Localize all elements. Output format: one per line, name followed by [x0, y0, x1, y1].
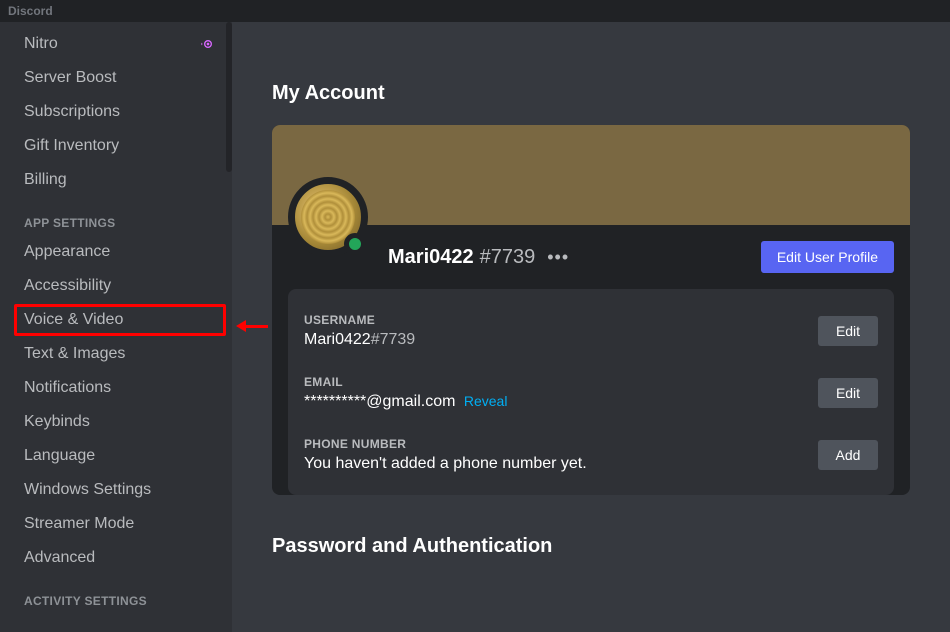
sidebar-item-voice-video[interactable]: Voice & Video	[14, 304, 226, 336]
sidebar-item-label: Notifications	[24, 379, 111, 397]
sidebar-item-label: Keybinds	[24, 413, 90, 431]
sidebar-item-streamer-mode[interactable]: Streamer Mode	[14, 508, 226, 540]
sidebar-item-label: Advanced	[24, 549, 95, 567]
sidebar-item-text-images[interactable]: Text & Images	[14, 338, 226, 370]
field-value: **********@gmail.com Reveal	[304, 393, 507, 411]
edit-email-button[interactable]: Edit	[818, 378, 878, 408]
sidebar-item-appearance[interactable]: Appearance	[14, 236, 226, 268]
edit-username-button[interactable]: Edit	[818, 316, 878, 346]
sidebar-item-label: Billing	[24, 171, 67, 189]
field-label: USERNAME	[304, 313, 415, 327]
account-fields: USERNAME Mari0422#7739 Edit EMAIL ******…	[288, 289, 894, 495]
sidebar-item-subscriptions[interactable]: Subscriptions	[14, 96, 226, 128]
field-value: Mari0422#7739	[304, 331, 415, 349]
sidebar-item-label: Nitro	[24, 35, 58, 53]
sidebar-item-label: Appearance	[24, 243, 110, 261]
edit-user-profile-button[interactable]: Edit User Profile	[761, 241, 894, 273]
sidebar-item-billing[interactable]: Billing	[14, 164, 226, 196]
status-indicator-online	[344, 233, 366, 255]
sidebar-item-label: Subscriptions	[24, 103, 120, 121]
sidebar-item-nitro[interactable]: Nitro	[14, 28, 226, 60]
sidebar-item-accessibility[interactable]: Accessibility	[14, 270, 226, 302]
reveal-email-link[interactable]: Reveal	[464, 393, 508, 409]
sidebar-item-label: Streamer Mode	[24, 515, 134, 533]
sidebar-item-label: Accessibility	[24, 277, 111, 295]
discriminator-display: #7739	[480, 246, 536, 269]
more-options-icon[interactable]: •••	[541, 247, 575, 268]
titlebar: Discord	[0, 0, 950, 22]
sidebar-item-label: Language	[24, 447, 95, 465]
field-row-username: USERNAME Mari0422#7739 Edit	[304, 305, 878, 367]
field-row-phone: PHONE NUMBER You haven't added a phone n…	[304, 429, 878, 479]
sidebar-item-label: Windows Settings	[24, 481, 151, 499]
nitro-badge-icon	[200, 36, 216, 52]
field-row-email: EMAIL **********@gmail.com Reveal Edit	[304, 367, 878, 429]
sidebar-item-keybinds[interactable]: Keybinds	[14, 406, 226, 438]
section-title-password: Password and Authentication	[272, 535, 910, 558]
sidebar-item-notifications[interactable]: Notifications	[14, 372, 226, 404]
sidebar-item-label: Server Boost	[24, 69, 116, 87]
sidebar-item-gift-inventory[interactable]: Gift Inventory	[14, 130, 226, 162]
page-title: My Account	[272, 82, 910, 105]
sidebar-item-label: Text & Images	[24, 345, 125, 363]
sidebar-item-label: Voice & Video	[24, 311, 123, 329]
titlebar-app-name: Discord	[8, 4, 53, 18]
username-display: Mari0422	[388, 246, 474, 269]
annotation-arrow	[236, 320, 268, 332]
scrollbar[interactable]	[226, 22, 232, 172]
field-label: EMAIL	[304, 375, 507, 389]
avatar-wrapper	[288, 177, 368, 257]
sidebar-item-language[interactable]: Language	[14, 440, 226, 472]
main-content: My Account Mari0422#7739 ••• Edit User P…	[232, 22, 950, 632]
sidebar-item-label: Gift Inventory	[24, 137, 119, 155]
sidebar-header-activity-settings: ACTIVITY SETTINGS	[14, 576, 226, 614]
field-value: You haven't added a phone number yet.	[304, 455, 587, 473]
account-card: Mari0422#7739 ••• Edit User Profile USER…	[272, 125, 910, 495]
sidebar-item-advanced[interactable]: Advanced	[14, 542, 226, 574]
sidebar-item-server-boost[interactable]: Server Boost	[14, 62, 226, 94]
profile-row: Mari0422 #7739 ••• Edit User Profile	[272, 225, 910, 273]
sidebar-item-windows-settings[interactable]: Windows Settings	[14, 474, 226, 506]
settings-sidebar: Nitro Server Boost Subscriptions Gift In…	[0, 22, 232, 632]
sidebar-header-app-settings: APP SETTINGS	[14, 198, 226, 236]
add-phone-button[interactable]: Add	[818, 440, 878, 470]
field-label: PHONE NUMBER	[304, 437, 587, 451]
